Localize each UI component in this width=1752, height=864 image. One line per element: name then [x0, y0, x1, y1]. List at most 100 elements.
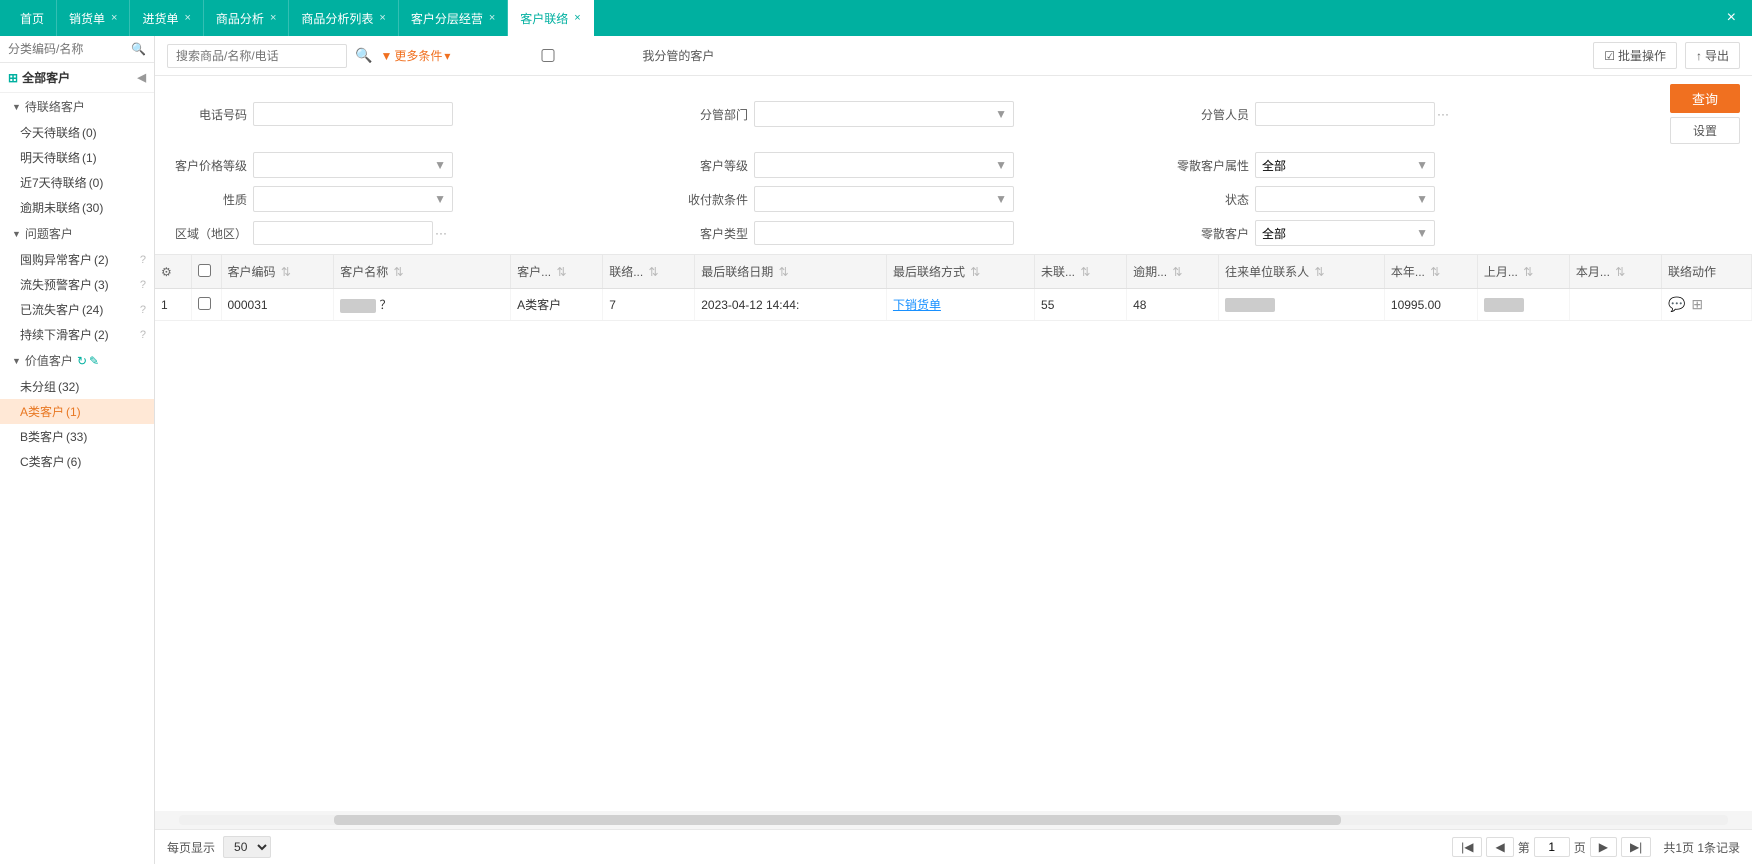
price-level-select[interactable]: ▼: [253, 152, 453, 178]
filter-payment: 收付款条件 ▼: [668, 186, 1161, 212]
payment-select[interactable]: ▼: [754, 186, 1014, 212]
app-close-button[interactable]: ×: [1719, 9, 1744, 27]
export-button[interactable]: ↑ 导出: [1685, 42, 1740, 69]
sidebar-item-7days-pending[interactable]: 近7天待联络 (0): [0, 170, 154, 195]
setting-button[interactable]: 设置: [1670, 117, 1740, 144]
sidebar-item-today-pending[interactable]: 今天待联络 (0): [0, 120, 154, 145]
col-checkbox: [191, 255, 221, 289]
help-icon-3[interactable]: ?: [140, 304, 146, 316]
next-page-button[interactable]: ▶: [1590, 837, 1617, 857]
department-select[interactable]: ▼: [754, 101, 1014, 127]
tab-product-analysis-list[interactable]: 商品分析列表 ×: [289, 0, 398, 36]
main-layout: 🔍 ⊞ 全部客户 ◀ ▼ 待联络客户 今天待联络 (0) 明天待联络 (1) 近…: [0, 36, 1752, 864]
sort-icon-date: ⇅: [779, 265, 789, 279]
sidebar-item-tomorrow-pending[interactable]: 明天待联络 (1): [0, 145, 154, 170]
help-icon-2[interactable]: ?: [140, 279, 146, 291]
horizontal-scrollbar[interactable]: [179, 815, 1728, 825]
phone-input[interactable]: [253, 102, 453, 126]
col-contacts-person[interactable]: 往来单位联系人 ⇅: [1219, 255, 1385, 289]
sidebar-item-overdue-contact[interactable]: 逾期未联络 (30): [0, 195, 154, 220]
col-overdue[interactable]: 逾期... ⇅: [1127, 255, 1219, 289]
filter-retail-attr: 零散客户属性 全部 ▼: [1169, 152, 1662, 178]
col-last-month[interactable]: 上月... ⇅: [1477, 255, 1569, 289]
close-product-analysis[interactable]: ×: [270, 12, 276, 24]
sidebar-search-icon[interactable]: 🔍: [131, 42, 146, 56]
tab-purchase-order[interactable]: 进货单 ×: [130, 0, 203, 36]
tab-customer-segmentation[interactable]: 客户分层经营 ×: [399, 0, 508, 36]
col-customer-type[interactable]: 客户... ⇅: [511, 255, 603, 289]
col-settings[interactable]: ⚙: [155, 255, 191, 289]
advanced-filter: 电话号码 分管部门 ▼ 分管人员 ··· 查询 设置: [155, 76, 1752, 255]
customer-level-select[interactable]: ▼: [754, 152, 1014, 178]
status-select[interactable]: ▼: [1255, 186, 1435, 212]
filter-row-2: 客户价格等级 ▼ 客户等级 ▼ 零散客户属性 全部: [167, 152, 1740, 178]
sidebar-search-input[interactable]: [8, 42, 131, 56]
message-action-icon[interactable]: 💬: [1668, 296, 1685, 313]
close-customer-segmentation[interactable]: ×: [489, 12, 495, 24]
manager-input[interactable]: [1255, 102, 1435, 126]
group-value-customers[interactable]: ▼ 价值客户 ↻ ✎: [0, 347, 154, 374]
tab-home[interactable]: 首页: [8, 0, 57, 36]
select-all-checkbox[interactable]: [198, 264, 211, 277]
page-number-input[interactable]: [1534, 837, 1570, 857]
first-page-button[interactable]: |◀: [1452, 837, 1482, 857]
tab-sales-order[interactable]: 销货单 ×: [57, 0, 130, 36]
my-customers-checkbox[interactable]: [458, 49, 638, 62]
sidebar-item-churned[interactable]: 已流失客户 (24) ?: [0, 297, 154, 322]
my-customers-checkbox-label[interactable]: 我分管的客户: [458, 47, 714, 64]
col-last-contact-date[interactable]: 最后联络日期 ⇅: [695, 255, 887, 289]
batch-operation-button[interactable]: ☑ 批量操作: [1593, 42, 1677, 69]
edit-icon[interactable]: ✎: [89, 354, 99, 368]
close-purchase-order[interactable]: ×: [184, 12, 190, 24]
more-conditions-btn[interactable]: ▼ 更多条件 ▾: [380, 47, 450, 64]
help-icon-1[interactable]: ?: [140, 254, 146, 266]
region-dots-button[interactable]: ···: [435, 226, 447, 240]
close-product-analysis-list[interactable]: ×: [379, 12, 385, 24]
col-customer-code[interactable]: 客户编码 ⇅: [221, 255, 334, 289]
sidebar-item-declining[interactable]: 持续下滑客户 (2) ?: [0, 322, 154, 347]
col-this-year[interactable]: 本年... ⇅: [1384, 255, 1477, 289]
col-last-contact-method[interactable]: 最后联络方式 ⇅: [886, 255, 1034, 289]
help-icon-4[interactable]: ?: [140, 329, 146, 341]
retail-attr-select[interactable]: 全部 ▼: [1255, 152, 1435, 178]
sidebar-item-class-c[interactable]: C类客户 (6): [0, 449, 154, 474]
group-problem-customers[interactable]: ▼ 问题客户: [0, 220, 154, 247]
row-actions: 💬 ⊞: [1661, 289, 1751, 321]
query-button[interactable]: 查询: [1670, 84, 1740, 113]
tab-customer-contact[interactable]: 客户联络 ×: [508, 0, 593, 36]
filter-row-3: 性质 ▼ 收付款条件 ▼ 状态: [167, 186, 1740, 212]
row-checkbox-cell: [191, 289, 221, 321]
close-customer-contact[interactable]: ×: [574, 12, 580, 24]
col-this-month[interactable]: 本月... ⇅: [1569, 255, 1661, 289]
sort-icon-overdue: ⇅: [1172, 265, 1182, 279]
refresh-icon[interactable]: ↻: [77, 354, 87, 368]
last-page-button[interactable]: ▶|: [1621, 837, 1651, 857]
customer-type-input[interactable]: [754, 221, 1014, 245]
row-overdue: 48: [1127, 289, 1219, 321]
search-icon[interactable]: 🔍: [355, 47, 372, 64]
row-checkbox[interactable]: [198, 297, 211, 310]
sidebar-item-class-a[interactable]: A类客户 (1): [0, 399, 154, 424]
sidebar-item-hoarding-abnormal[interactable]: 囤购异常客户 (2) ?: [0, 247, 154, 272]
search-input[interactable]: [167, 44, 347, 68]
page-size-select[interactable]: 50: [223, 836, 271, 858]
region-input[interactable]: [253, 221, 433, 245]
col-contact-count[interactable]: 联络... ⇅: [603, 255, 695, 289]
col-customer-name[interactable]: 客户名称 ⇅: [334, 255, 511, 289]
nature-select[interactable]: ▼: [253, 186, 453, 212]
group-pending-contact[interactable]: ▼ 待联络客户: [0, 93, 154, 120]
sidebar-item-churn-warning[interactable]: 流失预警客户 (3) ?: [0, 272, 154, 297]
tab-product-analysis[interactable]: 商品分析 ×: [204, 0, 289, 36]
contact-method-link[interactable]: 下销货单: [893, 298, 941, 312]
bottom-bar: 每页显示 50 |◀ ◀ 第 页 ▶ ▶| 共1页 1条记录: [155, 829, 1752, 864]
prev-page-button[interactable]: ◀: [1486, 837, 1513, 857]
close-sales-order[interactable]: ×: [111, 12, 117, 24]
col-uncontacted[interactable]: 未联... ⇅: [1035, 255, 1127, 289]
all-customers-header[interactable]: ⊞ 全部客户 ◀: [0, 63, 154, 93]
manager-dots-button[interactable]: ···: [1437, 107, 1449, 121]
qr-action-icon[interactable]: ⊞: [1691, 296, 1703, 313]
retail-customer-select[interactable]: 全部 ▼: [1255, 220, 1435, 246]
sidebar-item-class-b[interactable]: B类客户 (33): [0, 424, 154, 449]
settings-icon[interactable]: ⚙: [161, 265, 172, 279]
sidebar-item-unclassified[interactable]: 未分组 (32): [0, 374, 154, 399]
